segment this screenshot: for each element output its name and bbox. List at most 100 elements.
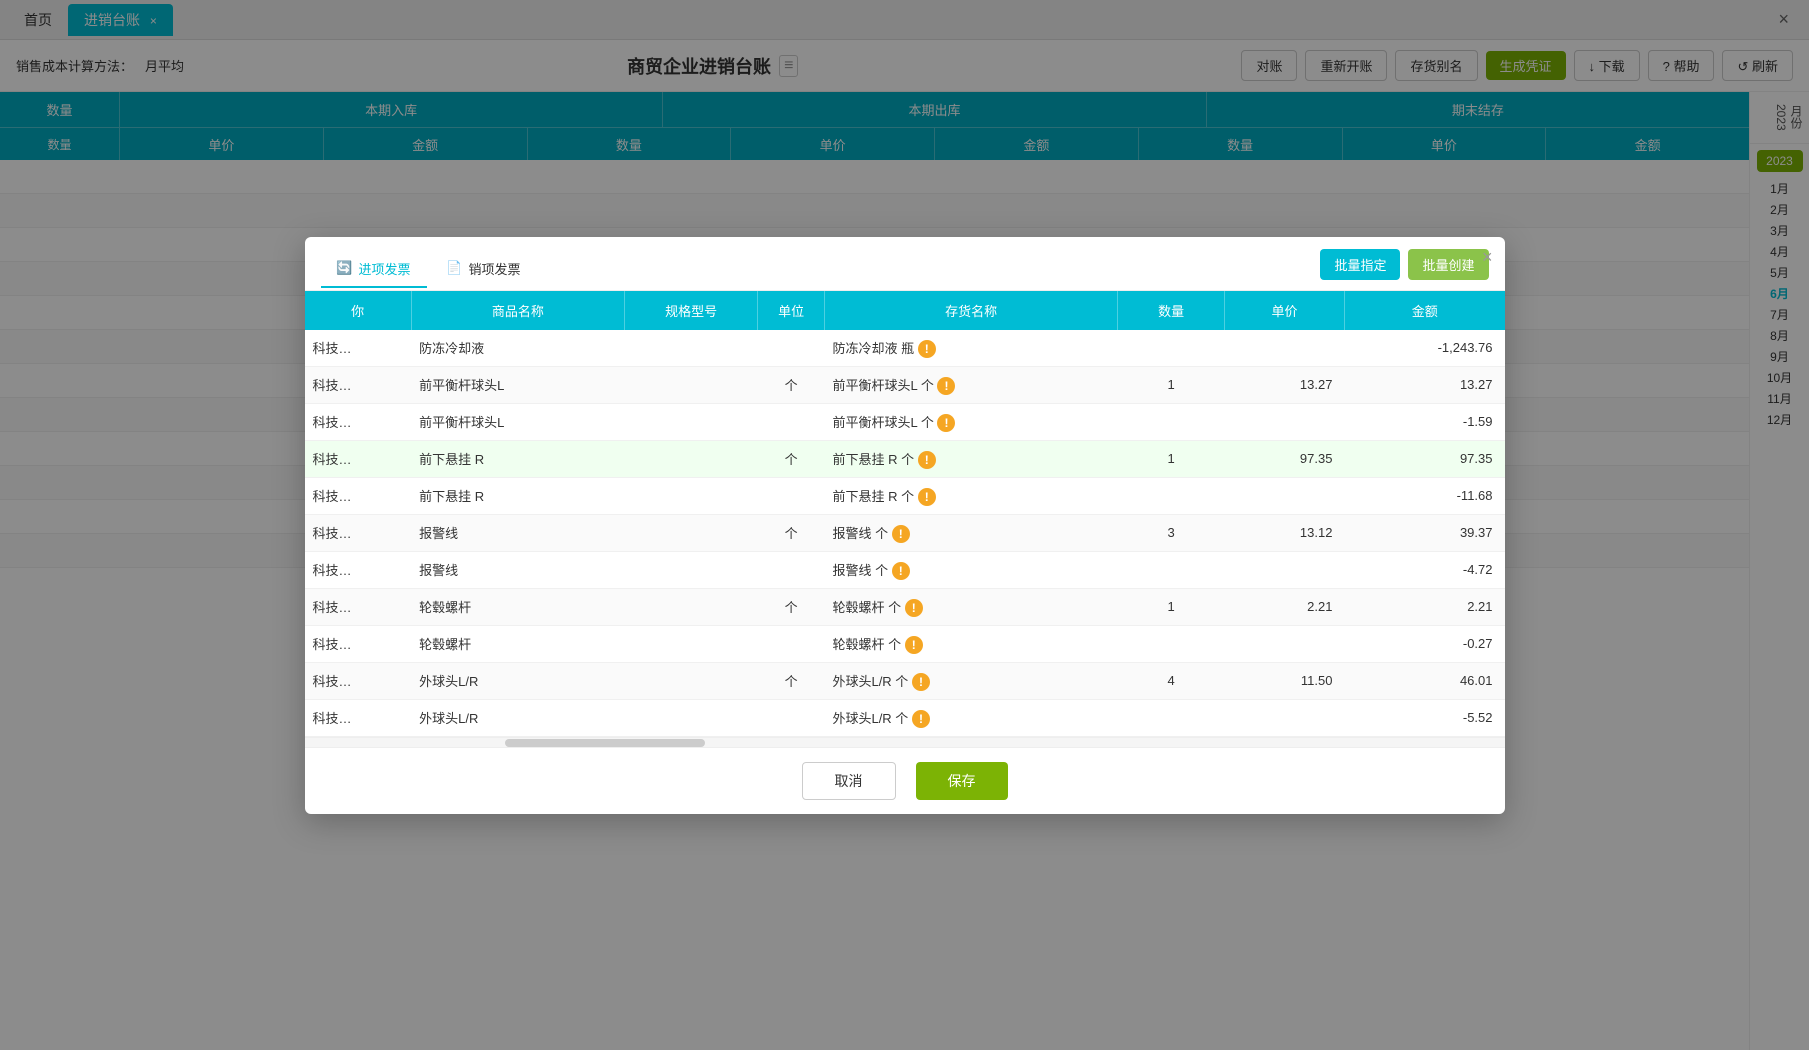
warning-icon: ! [892, 562, 910, 580]
cell-unit [758, 551, 825, 588]
cell-unit: 个 [758, 440, 825, 477]
table-header-row: 你 商品名称 规格型号 单位 存货名称 数量 单价 金额 [305, 291, 1505, 330]
warning-icon: ! [937, 414, 955, 432]
cell-product: 防冻冷却液 [411, 330, 624, 367]
cell-company: 科技… [305, 551, 412, 588]
cell-unit-price: 97.35 [1224, 440, 1344, 477]
warning-icon: ! [918, 340, 936, 358]
cell-product: 报警线 [411, 551, 624, 588]
cell-product: 轮毂螺杆 [411, 625, 624, 662]
save-button[interactable]: 保存 [916, 762, 1008, 800]
tab-incoming-invoice[interactable]: 🔄 进项发票 [321, 251, 427, 288]
cell-unit-price [1224, 477, 1344, 514]
modal-close-button[interactable]: × [1482, 247, 1493, 268]
cell-product: 外球头L/R [411, 662, 624, 699]
table-row: 科技… 外球头L/R 外球头L/R 个 ! -5.52 [305, 699, 1505, 736]
warning-icon: ! [905, 599, 923, 617]
col-unit-price: 单价 [1224, 291, 1344, 330]
cell-unit-price: 13.12 [1224, 514, 1344, 551]
modal-dialog: 🔄 进项发票 📄 销项发票 批量指定 批量创建 × 你 商品名称 规格型号 [305, 237, 1505, 814]
incoming-tab-icon: 🔄 [337, 260, 353, 276]
cell-spec [624, 477, 757, 514]
warning-icon: ! [912, 673, 930, 691]
cell-spec [624, 625, 757, 662]
cell-unit: 个 [758, 514, 825, 551]
cell-unit: 个 [758, 366, 825, 403]
table-row: 科技… 轮毂螺杆 轮毂螺杆 个 ! -0.27 [305, 625, 1505, 662]
cell-unit-price: 2.21 [1224, 588, 1344, 625]
cell-qty: 1 [1118, 440, 1225, 477]
table-row: 科技… 轮毂螺杆 个 轮毂螺杆 个 ! 1 2.21 2.21 [305, 588, 1505, 625]
cell-amount: 97.35 [1344, 440, 1504, 477]
modal-scrollbar-thumb[interactable] [505, 739, 705, 747]
cell-qty [1118, 477, 1225, 514]
cell-spec [624, 551, 757, 588]
batch-assign-button[interactable]: 批量指定 [1320, 249, 1400, 280]
cell-unit-price [1224, 551, 1344, 588]
cell-qty [1118, 699, 1225, 736]
cell-inventory: 轮毂螺杆 个 ! [824, 588, 1117, 625]
cell-amount: -5.52 [1344, 699, 1504, 736]
col-product-name: 商品名称 [411, 291, 624, 330]
cell-unit-price: 13.27 [1224, 366, 1344, 403]
warning-icon: ! [892, 525, 910, 543]
warning-icon: ! [937, 377, 955, 395]
warning-icon: ! [905, 636, 923, 654]
modal-overlay: 🔄 进项发票 📄 销项发票 批量指定 批量创建 × 你 商品名称 规格型号 [0, 0, 1809, 1050]
modal-table-container[interactable]: 你 商品名称 规格型号 单位 存货名称 数量 单价 金额 科技… 防冻冷却液 [305, 291, 1505, 737]
cell-inventory: 前下悬挂 R 个 ! [824, 477, 1117, 514]
cell-unit [758, 625, 825, 662]
outgoing-tab-icon: 📄 [447, 260, 463, 276]
cell-inventory: 防冻冷却液 瓶 ! [824, 330, 1117, 367]
cell-amount: 39.37 [1344, 514, 1504, 551]
cell-company: 科技… [305, 699, 412, 736]
cell-inventory: 前下悬挂 R 个 ! [824, 440, 1117, 477]
cell-company: 科技… [305, 403, 412, 440]
table-row: 科技… 前下悬挂 R 个 前下悬挂 R 个 ! 1 97.35 97.35 [305, 440, 1505, 477]
cell-product: 前平衡杆球头L [411, 366, 624, 403]
cell-unit [758, 330, 825, 367]
col-amount: 金额 [1344, 291, 1504, 330]
cell-amount: -1.59 [1344, 403, 1504, 440]
tab-outgoing-invoice[interactable]: 📄 销项发票 [431, 251, 537, 288]
cell-inventory: 外球头L/R 个 ! [824, 699, 1117, 736]
cell-amount: -1,243.76 [1344, 330, 1504, 367]
modal-table-body: 科技… 防冻冷却液 防冻冷却液 瓶 ! -1,243.76 科技… 前平衡杆球头… [305, 330, 1505, 737]
cell-inventory: 报警线 个 ! [824, 514, 1117, 551]
cell-product: 前下悬挂 R [411, 440, 624, 477]
cell-qty [1118, 551, 1225, 588]
cell-unit-price: 11.50 [1224, 662, 1344, 699]
cell-inventory: 轮毂螺杆 个 ! [824, 625, 1117, 662]
cell-spec [624, 699, 757, 736]
cell-spec [624, 440, 757, 477]
modal-scrollbar[interactable] [305, 737, 1505, 747]
modal-header: 🔄 进项发票 📄 销项发票 批量指定 批量创建 × [305, 237, 1505, 291]
table-row: 科技… 前平衡杆球头L 个 前平衡杆球头L 个 ! 1 13.27 13.27 [305, 366, 1505, 403]
batch-create-button[interactable]: 批量创建 [1408, 249, 1488, 280]
cell-company: 科技… [305, 477, 412, 514]
table-row: 科技… 报警线 个 报警线 个 ! 3 13.12 39.37 [305, 514, 1505, 551]
cell-spec [624, 403, 757, 440]
cell-inventory: 前平衡杆球头L 个 ! [824, 366, 1117, 403]
cell-unit: 个 [758, 662, 825, 699]
table-row: 科技… 防冻冷却液 防冻冷却液 瓶 ! -1,243.76 [305, 330, 1505, 367]
cell-company: 科技… [305, 662, 412, 699]
table-row: 科技… 报警线 报警线 个 ! -4.72 [305, 551, 1505, 588]
cell-company: 科技… [305, 588, 412, 625]
cell-qty [1118, 330, 1225, 367]
cell-amount: 13.27 [1344, 366, 1504, 403]
cell-qty [1118, 625, 1225, 662]
cell-qty: 1 [1118, 588, 1225, 625]
cell-product: 外球头L/R [411, 699, 624, 736]
table-row: 科技… 前下悬挂 R 前下悬挂 R 个 ! -11.68 [305, 477, 1505, 514]
warning-icon: ! [918, 451, 936, 469]
cell-spec [624, 366, 757, 403]
cell-company: 科技… [305, 625, 412, 662]
cell-amount: 46.01 [1344, 662, 1504, 699]
cell-spec [624, 588, 757, 625]
col-inventory: 存货名称 [824, 291, 1117, 330]
cell-company: 科技… [305, 440, 412, 477]
cell-qty: 1 [1118, 366, 1225, 403]
col-company: 你 [305, 291, 412, 330]
cancel-button[interactable]: 取消 [802, 762, 896, 800]
